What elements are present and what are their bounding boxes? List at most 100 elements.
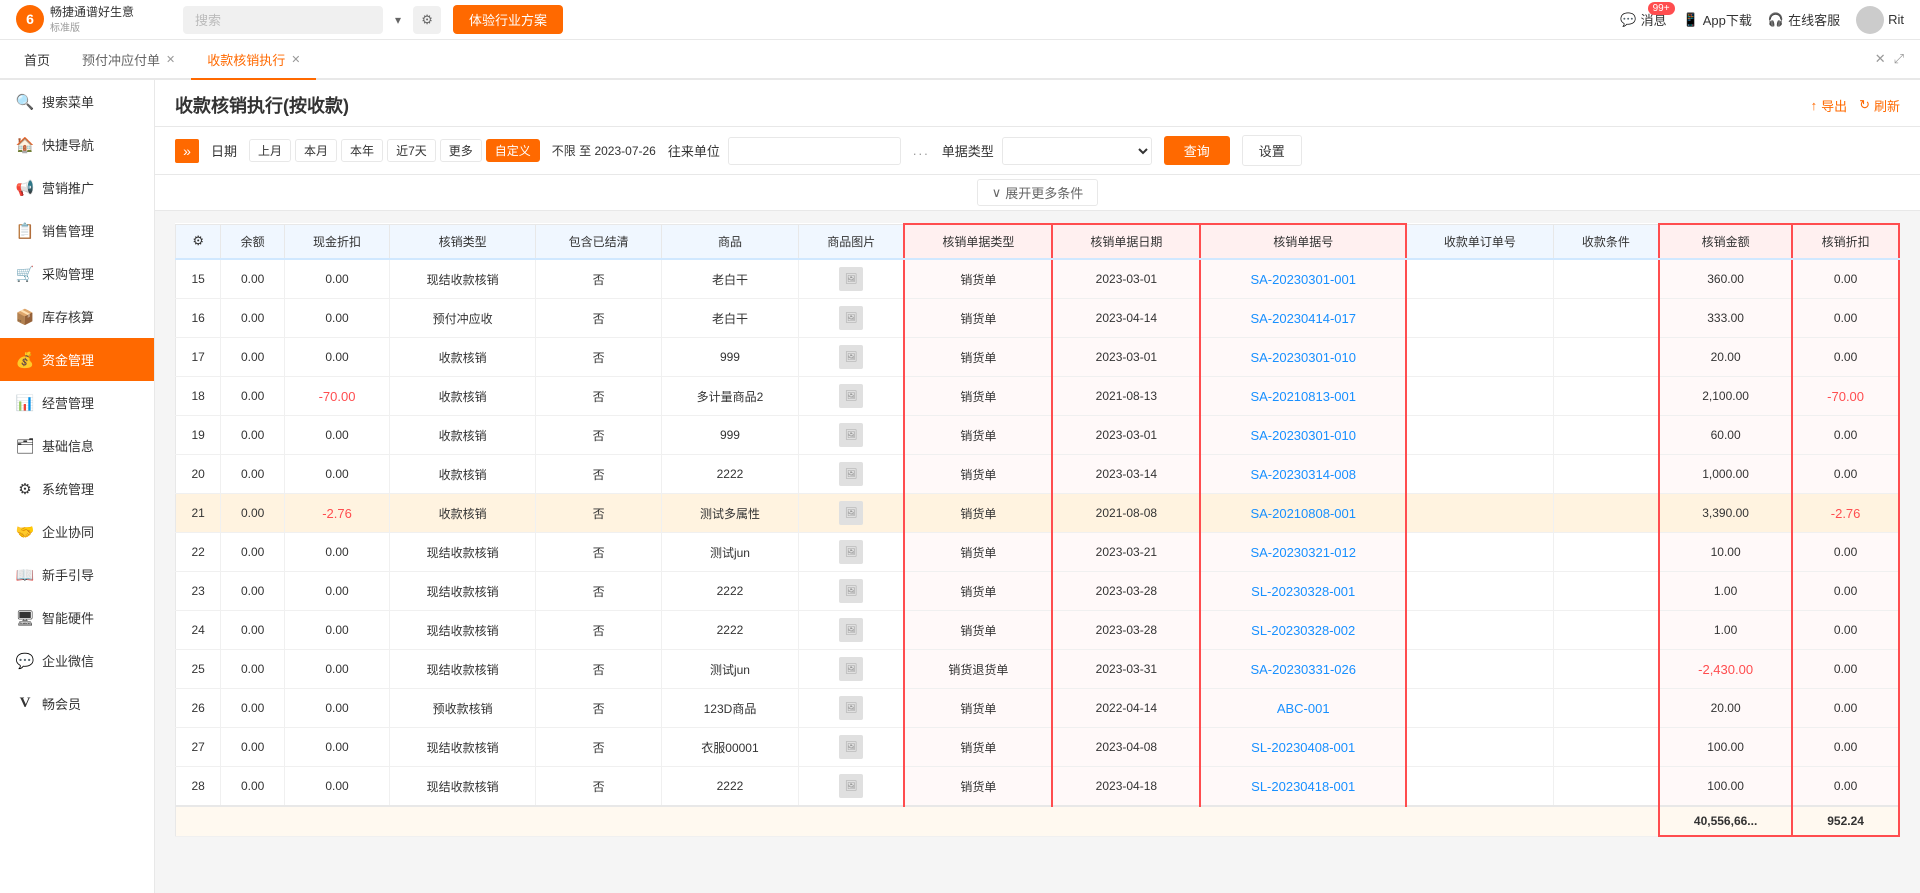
sidebar-item-purchase[interactable]: 🛒 采购管理 — [0, 252, 154, 295]
cell-goods-img: 🖼 — [799, 611, 905, 650]
col-settings-header[interactable]: ⚙ — [176, 224, 221, 259]
to-unit-input[interactable] — [728, 137, 901, 165]
voucher-no-link[interactable]: SA-20210808-001 — [1250, 506, 1356, 521]
cell-writeoff-type: 现结收款核销 — [390, 728, 536, 767]
cell-receipt-order — [1406, 377, 1553, 416]
cell-include-settled: 否 — [536, 611, 662, 650]
wechat-icon: 💬 — [16, 652, 34, 670]
voucher-no-link[interactable]: SL-20230408-001 — [1251, 740, 1355, 755]
date-btn-this-month[interactable]: 本月 — [295, 139, 337, 162]
cell-voucher-date: 2023-03-14 — [1052, 455, 1200, 494]
message-item[interactable]: 💬 消息 99+ — [1620, 10, 1666, 29]
voucher-no-link[interactable]: SA-20230301-001 — [1250, 272, 1356, 287]
voucher-no-link[interactable]: SA-20230301-010 — [1250, 350, 1356, 365]
query-button[interactable]: 查询 — [1164, 136, 1230, 165]
settings-button[interactable]: 设置 — [1242, 135, 1302, 166]
voucher-no-link[interactable]: SA-20230314-008 — [1250, 467, 1356, 482]
cell-cash-discount: -70.00 — [285, 377, 390, 416]
voucher-no-link[interactable]: ABC-001 — [1277, 701, 1330, 716]
cell-voucher-date: 2023-03-28 — [1052, 572, 1200, 611]
sidebar-item-nav[interactable]: 🏠 快捷导航 — [0, 123, 154, 166]
search-box[interactable]: 搜索 — [183, 6, 383, 34]
cell-voucher-no: ABC-001 — [1200, 689, 1406, 728]
date-btn-this-year[interactable]: 本年 — [341, 139, 383, 162]
tab-writeoff[interactable]: 收款核销执行 ✕ — [191, 40, 316, 80]
cell-voucher-type: 销货单 — [904, 259, 1052, 299]
purchase-icon: 🛒 — [16, 265, 34, 283]
cell-voucher-date: 2023-03-01 — [1052, 259, 1200, 299]
voucher-no-link[interactable]: SL-20230418-001 — [1251, 779, 1355, 794]
app-label: App下载 — [1703, 10, 1752, 29]
single-type-label: 单据类型 — [942, 141, 994, 160]
sidebar-item-marketing[interactable]: 📢 营销推广 — [0, 166, 154, 209]
voucher-no-link[interactable]: SA-20230414-017 — [1250, 311, 1356, 326]
cell-writeoff-type: 现结收款核销 — [390, 767, 536, 807]
date-btn-custom[interactable]: 自定义 — [486, 139, 540, 162]
settings-icon[interactable]: ⚙ — [192, 233, 204, 248]
expand-more-button[interactable]: ∨ 展开更多条件 — [977, 179, 1099, 206]
date-btn-7days[interactable]: 近7天 — [387, 139, 436, 162]
sidebar-item-hardware[interactable]: 🖥 智能硬件 — [0, 596, 154, 639]
sidebar-item-basic[interactable]: 🗂 基础信息 — [0, 424, 154, 467]
cell-writeoff-discount: 0.00 — [1792, 572, 1899, 611]
cell-cash-discount: 0.00 — [285, 533, 390, 572]
table-body: 150.000.00现结收款核销否老白干🖼销货单2023-03-01SA-202… — [176, 259, 1900, 806]
gear-button[interactable]: ⚙ — [413, 6, 441, 34]
single-type-select[interactable] — [1002, 137, 1152, 165]
cell-receipt-condition — [1553, 416, 1659, 455]
dropdown-icon[interactable]: ▾ — [395, 13, 401, 27]
table-row: 190.000.00收款核销否999🖼销货单2023-03-01SA-20230… — [176, 416, 1900, 455]
voucher-no-link[interactable]: SA-20230321-012 — [1250, 545, 1356, 560]
sidebar-item-finance[interactable]: 💰 资金管理 — [0, 338, 154, 381]
close-all-icon[interactable]: ✕ — [1875, 51, 1886, 67]
voucher-no-link[interactable]: SA-20230301-010 — [1250, 428, 1356, 443]
date-btn-last-month[interactable]: 上月 — [249, 139, 291, 162]
cell-receipt-order — [1406, 416, 1553, 455]
tab-prepay-close[interactable]: ✕ — [166, 53, 175, 66]
app-download-item[interactable]: 📱 App下载 — [1683, 10, 1752, 29]
cell-writeoff-type: 预付冲应收 — [390, 299, 536, 338]
cell-id: 21 — [176, 494, 221, 533]
export-button[interactable]: ↑ 导出 — [1811, 96, 1848, 115]
sidebar-item-wechat[interactable]: 💬 企业微信 — [0, 639, 154, 682]
voucher-no-link[interactable]: SA-20230331-026 — [1250, 662, 1356, 677]
table-row: 250.000.00现结收款核销否测试jun🖼销货退货单2023-03-31SA… — [176, 650, 1900, 689]
filter-expand-button[interactable]: » — [175, 139, 199, 163]
nav-controls[interactable]: ✕ ⤢ — [1867, 40, 1912, 78]
sidebar-item-guide[interactable]: 📖 新手引导 — [0, 553, 154, 596]
cell-writeoff-discount: 0.00 — [1792, 767, 1899, 807]
sidebar-item-business[interactable]: 📊 经营管理 — [0, 381, 154, 424]
page-header: 收款核销执行(按收款) ↑ 导出 ↻ 刷新 — [155, 80, 1920, 127]
sidebar-item-sales[interactable]: 📋 销售管理 — [0, 209, 154, 252]
voucher-no-link[interactable]: SL-20230328-001 — [1251, 584, 1355, 599]
voucher-no-link[interactable]: SL-20230328-002 — [1251, 623, 1355, 638]
cell-voucher-no: SA-20210813-001 — [1200, 377, 1406, 416]
sidebar-item-inventory[interactable]: 📦 库存核算 — [0, 295, 154, 338]
logo-text: 畅捷通谱好生意 — [50, 5, 134, 19]
cell-voucher-date: 2021-08-08 — [1052, 494, 1200, 533]
cell-writeoff-discount: 0.00 — [1792, 455, 1899, 494]
tab-home[interactable]: 首页 — [8, 40, 66, 80]
business-icon: 📊 — [16, 394, 34, 412]
cell-include-settled: 否 — [536, 338, 662, 377]
cell-goods: 测试jun — [661, 650, 798, 689]
cell-balance: 0.00 — [221, 377, 285, 416]
voucher-no-link[interactable]: SA-20210813-001 — [1250, 389, 1356, 404]
cell-voucher-type: 销货单 — [904, 377, 1052, 416]
user-item[interactable]: Rit — [1856, 6, 1904, 34]
sidebar-item-system[interactable]: ⚙ 系统管理 — [0, 467, 154, 510]
industry-solution-button[interactable]: 体验行业方案 — [453, 5, 563, 34]
date-btn-more[interactable]: 更多 — [440, 139, 482, 162]
sidebar-item-collab[interactable]: 🤝 企业协同 — [0, 510, 154, 553]
tab-writeoff-close[interactable]: ✕ — [291, 53, 300, 66]
cell-receipt-condition — [1553, 728, 1659, 767]
expand-icon[interactable]: ⤢ — [1894, 51, 1904, 67]
tab-prepay[interactable]: 预付冲应付单 ✕ — [66, 40, 191, 80]
sidebar-label-inventory: 库存核算 — [42, 307, 94, 326]
sidebar-item-search[interactable]: 🔍 搜索菜单 — [0, 80, 154, 123]
online-service-item[interactable]: 🎧 在线客服 — [1768, 10, 1840, 29]
sidebar-item-member[interactable]: V 畅会员 — [0, 682, 154, 725]
cell-voucher-type: 销货单 — [904, 455, 1052, 494]
cell-voucher-type: 销货单 — [904, 572, 1052, 611]
refresh-button[interactable]: ↻ 刷新 — [1859, 96, 1900, 115]
